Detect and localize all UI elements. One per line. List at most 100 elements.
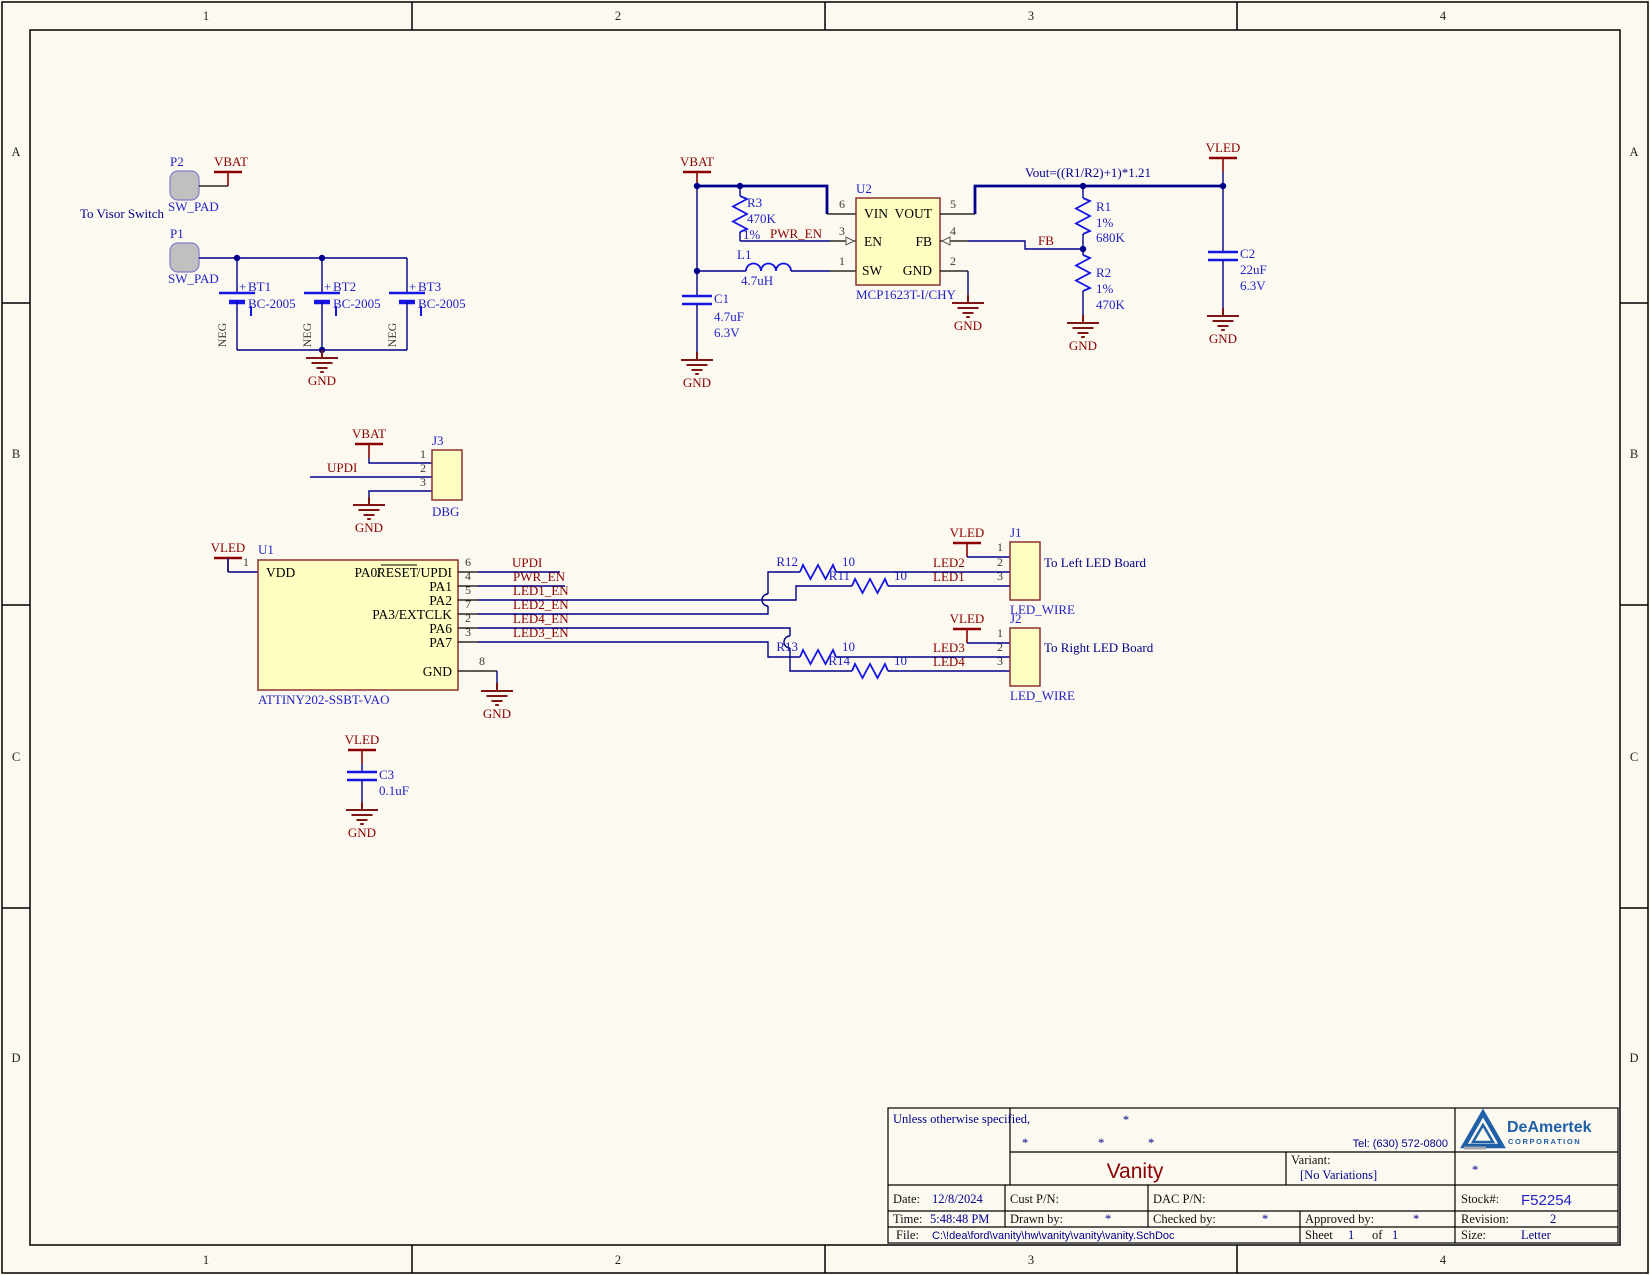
led3-en-net-label: LED3_EN <box>513 625 569 640</box>
gnd-symbol <box>951 294 985 318</box>
gnd-symbol <box>1206 307 1240 331</box>
u2-pin4-number: 4 <box>950 224 956 238</box>
vbat-label: VBAT <box>680 154 714 169</box>
checked-by-label: Checked by: <box>1153 1212 1216 1226</box>
file-path: C:\!dea\ford\vanity\hw\vanity\vanity\van… <box>932 1230 1175 1242</box>
c2-voltage: 6.3V <box>1240 278 1266 293</box>
c1-value: 4.7uF <box>714 309 744 324</box>
c3-value: 0.1uF <box>379 783 409 798</box>
resistor-r14[interactable] <box>851 663 889 679</box>
date-label: Date: <box>893 1192 920 1206</box>
inductor-l1[interactable] <box>745 262 792 272</box>
revision-label: Revision: <box>1461 1212 1509 1226</box>
zone-col-2-bottom: 2 <box>615 1253 621 1267</box>
c1-designator: C1 <box>714 291 729 306</box>
led-connector-block: R11 10 LED1 R12 10 LED2 R14 10 LED4 R13 … <box>478 525 1154 703</box>
to-right-led-board-note: To Right LED Board <box>1044 640 1154 655</box>
r12-value: 10 <box>842 554 855 569</box>
r11-designator: R11 <box>829 568 850 583</box>
gnd-label: GND <box>1209 331 1237 346</box>
j3-designator: J3 <box>432 433 444 448</box>
j1-body[interactable] <box>1009 541 1041 601</box>
u1-pin-pa0-reset: RESET <box>377 565 419 580</box>
u1-pin8-number: 8 <box>479 654 485 668</box>
j2-body[interactable] <box>1009 627 1041 687</box>
vled-label: VLED <box>950 611 985 626</box>
c1-voltage: 6.3V <box>714 325 740 340</box>
p1-pad[interactable] <box>169 242 200 273</box>
zone-row-c-left: C <box>12 750 20 764</box>
zone-col-4-bottom: 4 <box>1440 1253 1447 1267</box>
fb-input-arrow <box>940 236 951 246</box>
gnd-label: GND <box>1069 338 1097 353</box>
bt1-plus: + <box>239 279 246 294</box>
zone-col-3-top: 3 <box>1028 9 1034 23</box>
pwr-en-net-label: PWR_EN <box>770 226 823 241</box>
r2-designator: R2 <box>1096 265 1111 280</box>
file-label: File: <box>896 1228 919 1242</box>
sheet-total: 1 <box>1392 1228 1398 1242</box>
u2-pin-vin: VIN <box>864 206 888 221</box>
revision-value: 2 <box>1550 1212 1556 1226</box>
u1-pin-pa7: PA7 <box>429 635 452 650</box>
gnd-symbol <box>305 349 339 373</box>
visor-switch-block: P2 SW_PAD VBAT To Visor Switch P1 SW_PAD… <box>80 154 466 388</box>
j2-pin2-number: 2 <box>997 640 1003 654</box>
led2-en-wire <box>767 571 800 594</box>
r3-designator: R3 <box>747 195 762 210</box>
bt1-neg-label: NEG <box>215 322 229 347</box>
j2-pin3-number: 3 <box>997 654 1003 668</box>
u2-pin-sw: SW <box>862 263 883 278</box>
r13-designator: R13 <box>776 639 798 654</box>
j3-pin3-number: 3 <box>420 475 426 489</box>
u2-pin-gnd: GND <box>903 263 932 278</box>
bt1-value: BC-2005 <box>248 296 296 311</box>
u1-pin-gnd: GND <box>423 664 452 679</box>
updi-net-label: UPDI <box>327 460 357 475</box>
u2-pin-fb: FB <box>915 234 932 249</box>
gnd-symbol <box>480 682 514 706</box>
mcu-block: VLED 1 U1 ATTINY202-SSBT-VAO VDD PA0/ RE… <box>211 540 570 721</box>
bt2-plus: + <box>324 279 331 294</box>
resistor-r2[interactable] <box>1075 254 1091 292</box>
vbat-power-port <box>212 170 244 188</box>
cust-pn-label: Cust P/N: <box>1010 1192 1059 1206</box>
logo-cell-star: * <box>1472 1163 1478 1177</box>
project-title: Vanity <box>1107 1160 1164 1183</box>
u1-pin1-number: 1 <box>243 555 249 569</box>
bt3-neg-label: NEG <box>385 322 399 347</box>
j1-pin2-number: 2 <box>997 555 1003 569</box>
j3-pin3-wire <box>368 490 432 497</box>
c2-value: 22uF <box>1240 262 1267 277</box>
u2-pin6-number: 6 <box>839 197 845 211</box>
r12-designator: R12 <box>776 554 798 569</box>
bt3-plus: + <box>409 279 416 294</box>
p1-type: SW_PAD <box>168 271 219 286</box>
resistor-r1[interactable] <box>1075 197 1091 235</box>
p2-designator: P2 <box>170 154 184 169</box>
u1-pin2-number: 2 <box>465 611 471 625</box>
r11-value: 10 <box>894 568 907 583</box>
u1-pin-vdd: VDD <box>266 565 295 580</box>
company-logo: DeAmertek CORPORATION <box>1460 1108 1592 1150</box>
schematic-canvas: 1 2 3 4 1 2 3 4 A B C D A B C D P2 SW_PA… <box>1 1 1649 1274</box>
boost-converter-block: VBAT R3 470K 1% PWR_EN L1 4.7uH C1 4.7uF… <box>680 140 1267 390</box>
p2-pad[interactable] <box>169 170 200 201</box>
to-visor-switch-note: To Visor Switch <box>80 206 165 221</box>
bt2-neg-label: NEG <box>300 322 314 347</box>
u1-pin6-number: 6 <box>465 555 471 569</box>
u1-pin-pa2: PA2 <box>429 593 452 608</box>
gnd-label: GND <box>355 520 383 535</box>
j2-type: LED_WIRE <box>1010 688 1075 703</box>
en-input-arrow <box>845 236 856 246</box>
u1-part-number: ATTINY202-SSBT-VAO <box>258 692 389 707</box>
led3-net-label: LED3 <box>933 640 965 655</box>
u1-pin-pa0-suffix: /UPDI <box>417 565 453 580</box>
sheet-of-label: of <box>1372 1228 1383 1242</box>
zone-row-b-left: B <box>12 447 20 461</box>
resistor-r11[interactable] <box>851 578 889 594</box>
j3-body[interactable] <box>431 449 463 501</box>
j1-pin1-number: 1 <box>997 540 1003 554</box>
u2-pin5-number: 5 <box>950 197 956 211</box>
c3-block: VLED C3 0.1uF GND <box>345 732 409 840</box>
